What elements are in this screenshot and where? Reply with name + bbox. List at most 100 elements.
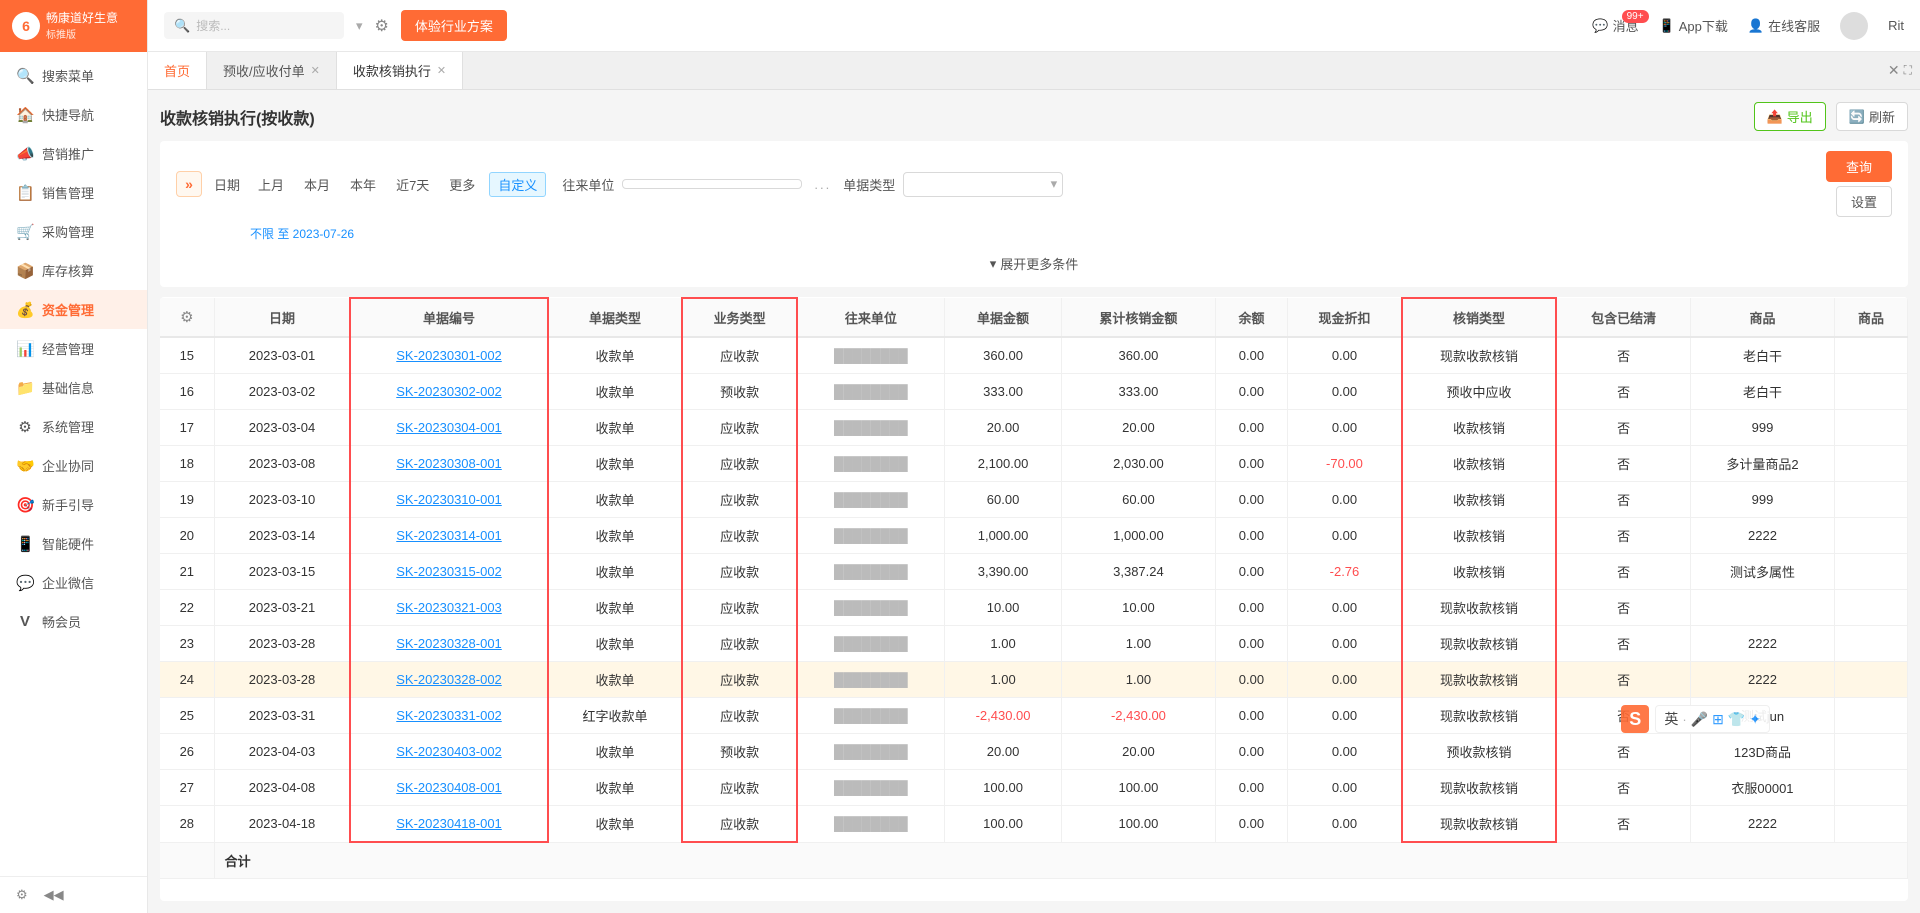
date-btn-this-month[interactable]: 本月 [298, 173, 336, 196]
row-date: 2023-03-15 [214, 554, 350, 590]
topbar-settings-icon[interactable]: ⚙ [375, 16, 389, 36]
app-download-item[interactable]: 📱 App下载 [1659, 16, 1728, 35]
setting-button[interactable]: 设置 [1836, 186, 1892, 217]
sidebar-item-inventory[interactable]: 📦 库存核算 [0, 251, 147, 290]
row-goods: 多计量商品2 [1690, 446, 1834, 482]
date-btn-this-year[interactable]: 本年 [344, 173, 382, 196]
page-title: 收款核销执行(按收款) [160, 105, 315, 129]
date-btn-more[interactable]: 更多 [443, 173, 481, 196]
sidebar-item-shortcuts[interactable]: 🏠 快捷导航 [0, 95, 147, 134]
page-header: 收款核销执行(按收款) 📤 导出 🔄 刷新 [160, 102, 1908, 131]
row-doc-no[interactable]: SK-20230302-002 [350, 374, 547, 410]
tab-receivable[interactable]: 预收/应收付单 ✕ [207, 52, 337, 89]
row-amount: 333.00 [944, 374, 1062, 410]
sidebar-item-sales[interactable]: 📋 销售管理 [0, 173, 147, 212]
expand-more-button[interactable]: ▾ 展开更多条件 [176, 250, 1892, 277]
sidebar-item-enterprise[interactable]: 🤝 企业协同 [0, 446, 147, 485]
sidebar-item-label: 搜索菜单 [42, 66, 94, 85]
watermark-icons: 英 · 🎤 ⊞ 👕 ✦ [1655, 705, 1770, 733]
counterpart-input[interactable] [622, 179, 802, 189]
tab-close-icon[interactable]: ✕ [1888, 62, 1900, 79]
doc-type-label: 单据类型 [843, 175, 895, 194]
date-btn-7days[interactable]: 近7天 [390, 173, 435, 196]
row-number: 22 [160, 590, 214, 626]
query-button[interactable]: 查询 [1826, 151, 1892, 182]
row-date: 2023-03-31 [214, 698, 350, 734]
service-icon: 👤 [1748, 18, 1764, 34]
date-btn-last-month[interactable]: 上月 [252, 173, 290, 196]
row-doc-no[interactable]: SK-20230314-001 [350, 518, 547, 554]
tab-home[interactable]: 首页 [148, 52, 207, 89]
sidebar-item-wechat[interactable]: 💬 企业微信 [0, 563, 147, 602]
row-doc-no[interactable]: SK-20230418-001 [350, 806, 547, 843]
row-doc-no[interactable]: SK-20230304-001 [350, 410, 547, 446]
main-area: 🔍 搜索... ▾ ⚙ 体验行业方案 💬 消息 99+ 📱 App下载 👤 在线… [148, 0, 1920, 913]
row-biz-type: 应收款 [682, 662, 797, 698]
row-doc-no[interactable]: SK-20230331-002 [350, 698, 547, 734]
row-goods2 [1835, 554, 1908, 590]
row-total-writeoff: 60.00 [1062, 482, 1215, 518]
sidebar-item-search[interactable]: 🔍 搜索菜单 [0, 56, 147, 95]
sidebar-item-marketing[interactable]: 📣 营销推广 [0, 134, 147, 173]
collapse-icon[interactable]: ◀◀ [44, 887, 64, 903]
row-doc-no[interactable]: SK-20230403-002 [350, 734, 547, 770]
tab-expand-icon[interactable]: ⛶ [1904, 63, 1912, 78]
refresh-button[interactable]: 🔄 刷新 [1836, 102, 1908, 131]
watermark-s-logo: S [1621, 705, 1649, 733]
industry-solution-button[interactable]: 体验行业方案 [401, 10, 507, 41]
row-number: 17 [160, 410, 214, 446]
date-btn-custom[interactable]: 自定义 [489, 172, 546, 197]
table-row: 232023-03-28SK-20230328-001收款单应收款███████… [160, 626, 1908, 662]
sidebar-item-basics[interactable]: 📁 基础信息 [0, 368, 147, 407]
row-doc-no[interactable]: SK-20230315-002 [350, 554, 547, 590]
row-goods2 [1835, 410, 1908, 446]
doc-type-select[interactable] [903, 172, 1063, 197]
doc-type-select-wrap [903, 172, 1063, 197]
row-counterpart: ████████ [797, 554, 944, 590]
settings-icon[interactable]: ⚙ [16, 887, 28, 903]
sidebar-item-member[interactable]: V 畅会员 [0, 602, 147, 641]
tab-writeoff[interactable]: 收款核销执行 ✕ [337, 52, 463, 89]
sidebar-item-purchase[interactable]: 🛒 采购管理 [0, 212, 147, 251]
row-counterpart: ████████ [797, 770, 944, 806]
column-settings-button[interactable]: ⚙ [180, 308, 193, 326]
row-balance: 0.00 [1215, 410, 1288, 446]
export-button[interactable]: 📤 导出 [1754, 102, 1826, 131]
row-goods2 [1835, 770, 1908, 806]
filter-row-date-range: 不限 至 2023-07-26 [176, 225, 1892, 242]
tab-writeoff-close[interactable]: ✕ [437, 64, 446, 77]
col-total-writeoff: 累计核销金额 [1062, 298, 1215, 337]
row-total-writeoff: -2,430.00 [1062, 698, 1215, 734]
row-counterpart: ████████ [797, 446, 944, 482]
sales-icon: 📋 [16, 184, 34, 202]
row-doc-no[interactable]: SK-20230321-003 [350, 590, 547, 626]
sidebar-item-label: 销售管理 [42, 183, 94, 202]
page-actions: 📤 导出 🔄 刷新 [1754, 102, 1908, 131]
avatar[interactable] [1840, 12, 1868, 40]
row-doc-no[interactable]: SK-20230328-002 [350, 662, 547, 698]
row-doc-no[interactable]: SK-20230301-002 [350, 337, 547, 374]
row-balance: 0.00 [1215, 770, 1288, 806]
sidebar-item-operations[interactable]: 📊 经营管理 [0, 329, 147, 368]
row-include-settled: 否 [1556, 554, 1690, 590]
sidebar-item-guide[interactable]: 🎯 新手引导 [0, 485, 147, 524]
online-service-item[interactable]: 👤 在线客服 [1748, 16, 1820, 35]
topbar-dropdown-icon[interactable]: ▾ [356, 18, 363, 34]
row-cash-discount: 0.00 [1288, 770, 1402, 806]
sidebar-item-finance[interactable]: 💰 资金管理 [0, 290, 147, 329]
sidebar-item-system[interactable]: ⚙ 系统管理 [0, 407, 147, 446]
wechat-icon: 💬 [16, 574, 34, 592]
row-cash-discount: 0.00 [1288, 482, 1402, 518]
row-writeoff-type: 收款核销 [1402, 482, 1557, 518]
filter-expand-button[interactable]: » [176, 171, 202, 197]
row-date: 2023-03-28 [214, 626, 350, 662]
tab-receivable-close[interactable]: ✕ [311, 64, 320, 77]
message-badge-item[interactable]: 💬 消息 99+ [1592, 16, 1638, 35]
message-count-badge: 99+ [1622, 10, 1649, 23]
row-doc-no[interactable]: SK-20230408-001 [350, 770, 547, 806]
sidebar-item-hardware[interactable]: 📱 智能硬件 [0, 524, 147, 563]
search-icon: 🔍 [16, 67, 34, 85]
row-doc-no[interactable]: SK-20230310-001 [350, 482, 547, 518]
row-doc-no[interactable]: SK-20230308-001 [350, 446, 547, 482]
row-doc-no[interactable]: SK-20230328-001 [350, 626, 547, 662]
